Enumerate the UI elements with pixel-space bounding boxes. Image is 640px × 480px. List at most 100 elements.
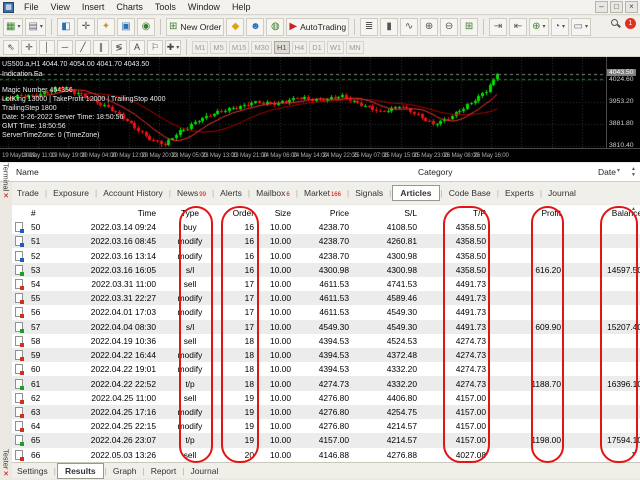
metaeditor-button[interactable]: ◆ (226, 17, 245, 36)
timeframe-m5[interactable]: M5 (210, 40, 227, 54)
zoom-in-button[interactable]: ⊕ (420, 17, 439, 36)
menu-tools[interactable]: Tools (149, 1, 182, 13)
terminal-close-icon[interactable]: ✕ (3, 193, 9, 200)
market-watch-button[interactable]: ◧ (56, 17, 75, 36)
table-scroll-down-icon[interactable]: ▼ (631, 452, 636, 457)
column-date[interactable]: Date (598, 167, 616, 177)
periods-button[interactable]: ◔ ▾ (550, 17, 569, 36)
strategy-tester-button[interactable]: ◉ (136, 17, 155, 36)
new-order-button[interactable]: ⊞ New Order (165, 17, 225, 36)
scroll-down-icon[interactable]: ▼ (631, 173, 636, 178)
indicators-button[interactable]: ⊕ ▾ (529, 17, 549, 36)
tester-tab-settings[interactable]: Settings (12, 464, 53, 478)
timeframe-m15[interactable]: M15 (228, 40, 250, 54)
menu-file[interactable]: File (18, 1, 45, 13)
table-row[interactable]: 62 2022.04.25 11:00 sell 19 10.00 4276.80 4406… (12, 391, 640, 405)
menu-insert[interactable]: Insert (76, 1, 111, 13)
tab-news[interactable]: News 99 (172, 186, 211, 200)
table-row[interactable]: 52 2022.03.16 13:14 modify 16 10.00 4238.70 43… (12, 248, 640, 262)
table-row[interactable]: 56 2022.04.01 17:03 modify 17 10.00 4611.53 45… (12, 305, 640, 319)
minimize-button[interactable]: – (595, 1, 608, 13)
tab-journal[interactable]: Journal (543, 186, 581, 200)
crosshair-tool[interactable]: ✛ (21, 39, 37, 55)
table-row[interactable]: 57 2022.04.04 08:30 s/l 17 10.00 4549.30 4549.… (12, 319, 640, 334)
fibonacci-tool[interactable]: ≶ (111, 39, 127, 55)
templates-button[interactable]: ▭ ▾ (570, 17, 591, 36)
tester-tab-journal[interactable]: Journal (185, 464, 223, 478)
tester-close-icon[interactable]: ✕ (3, 471, 9, 478)
line-chart-button[interactable]: ∿ (400, 17, 419, 36)
table-row[interactable]: 59 2022.04.22 16:44 modify 18 10.00 4394.53 43… (12, 347, 640, 363)
search-icon[interactable] (611, 19, 621, 28)
zoom-out-button[interactable]: ⊖ (440, 17, 459, 36)
tab-mailbox[interactable]: Mailbox 6 (251, 186, 295, 200)
chart-area[interactable]: US500.a,H1 4044.70 4054.00 4041.70 4043.… (0, 57, 640, 162)
column-category[interactable]: Category (418, 167, 453, 177)
tab-signals[interactable]: Signals (350, 186, 388, 200)
table-row[interactable]: 60 2022.04.22 19:01 modify 18 10.00 4394.53 43… (12, 362, 640, 376)
timeframe-mn[interactable]: MN (346, 40, 364, 54)
timeframe-d1[interactable]: D1 (309, 40, 325, 54)
tab-experts[interactable]: Experts (500, 186, 539, 200)
vertical-line-tool[interactable]: │ (39, 39, 55, 55)
cell-order: 19 (244, 435, 254, 446)
timeframe-m30[interactable]: M30 (251, 40, 273, 54)
menu-window[interactable]: Window (182, 1, 226, 13)
shapes-dropdown[interactable]: ✚ ▾ (165, 39, 181, 55)
channel-tool[interactable]: ∥ (93, 39, 109, 55)
cursor-tool[interactable]: ⇖ (3, 39, 19, 55)
trendline-tool[interactable]: ╱ (75, 39, 91, 55)
auto-scroll-button[interactable]: ⇥ (489, 17, 508, 36)
cell-price: 4611.53 (319, 307, 349, 318)
horizontal-line-tool[interactable]: ─ (57, 39, 73, 55)
tester-tab-results[interactable]: Results (56, 462, 104, 479)
community-button[interactable]: ◍ (266, 17, 285, 36)
navigator-button[interactable]: ✦ (96, 17, 115, 36)
label-tool[interactable]: ⚐ (147, 39, 163, 55)
table-row[interactable]: 54 2022.03.31 11:00 sell 17 10.00 4611.53 4741… (12, 277, 640, 291)
tab-articles[interactable]: Articles (392, 185, 440, 201)
menu-charts[interactable]: Charts (110, 1, 149, 13)
tester-tab-graph[interactable]: Graph (108, 464, 142, 478)
menu-help[interactable]: Help (226, 1, 257, 13)
table-row[interactable]: 64 2022.04.25 22:15 modify 19 10.00 4276.80 42… (12, 419, 640, 433)
table-scroll-up-icon[interactable]: ▲ (631, 207, 636, 212)
bar-chart-button[interactable]: ≣ (360, 17, 379, 36)
table-row[interactable]: 50 2022.03.14 09:24 buy 16 10.00 4238.70 4108.… (12, 220, 640, 234)
new-chart-button[interactable]: ▦ ▾ (3, 17, 24, 36)
table-row[interactable]: 63 2022.04.25 17:16 modify 19 10.00 4276.80 42… (12, 404, 640, 420)
tile-windows-button[interactable]: ⊞ (460, 17, 479, 36)
tab-trade[interactable]: Trade (12, 186, 44, 200)
tab-code-base[interactable]: Code Base (444, 186, 496, 200)
table-row[interactable]: 66 2022.05.03 13:26 sell 20 10.00 4146.88 4276… (12, 448, 640, 462)
sort-descending-icon[interactable]: ▾ (617, 167, 620, 174)
table-row[interactable]: 51 2022.03.16 08:45 modify 16 10.00 4238.70 42… (12, 234, 640, 249)
restore-button[interactable]: □ (610, 1, 623, 13)
table-row[interactable]: 53 2022.03.16 16:05 s/l 16 10.00 4300.98 4300.… (12, 262, 640, 277)
profiles-button[interactable]: ▤ ▾ (25, 17, 46, 36)
timeframe-m1[interactable]: M1 (192, 40, 209, 54)
table-row[interactable]: 61 2022.04.22 22:52 t/p 18 10.00 4274.73 4332.… (12, 376, 640, 391)
close-button[interactable]: × (625, 1, 638, 13)
tab-market[interactable]: Market 166 (299, 186, 346, 200)
table-row[interactable]: 58 2022.04.19 10:36 sell 18 10.00 4394.53 4524… (12, 334, 640, 348)
menu-view[interactable]: View (45, 1, 76, 13)
tab-account-history[interactable]: Account History (98, 186, 168, 200)
tester-tab-report[interactable]: Report (146, 464, 182, 478)
autotrading-button[interactable]: ▶ AutoTrading (286, 17, 350, 36)
tab-alerts[interactable]: Alerts (215, 186, 247, 200)
timeframe-w1[interactable]: W1 (326, 40, 345, 54)
tab-exposure[interactable]: Exposure (48, 186, 94, 200)
timeframe-h1[interactable]: H1 (274, 40, 290, 54)
chart-shift-button[interactable]: ⇤ (509, 17, 528, 36)
column-name[interactable]: Name (16, 167, 39, 177)
terminal-button[interactable]: ▣ (116, 17, 135, 36)
table-row[interactable]: 55 2022.03.31 22:27 modify 17 10.00 4611.53 45… (12, 291, 640, 306)
data-window-button[interactable]: ✛ (76, 17, 95, 36)
notification-badge[interactable]: 1 (625, 18, 636, 29)
table-row[interactable]: 65 2022.04.26 23:07 t/p 19 10.00 4157.00 4214.… (12, 433, 640, 448)
timeframe-h4[interactable]: H4 (291, 40, 308, 54)
candlestick-chart-button[interactable]: ▮ (380, 17, 399, 36)
text-tool[interactable]: A (129, 39, 145, 55)
chat-button[interactable]: ☻ (246, 17, 265, 36)
